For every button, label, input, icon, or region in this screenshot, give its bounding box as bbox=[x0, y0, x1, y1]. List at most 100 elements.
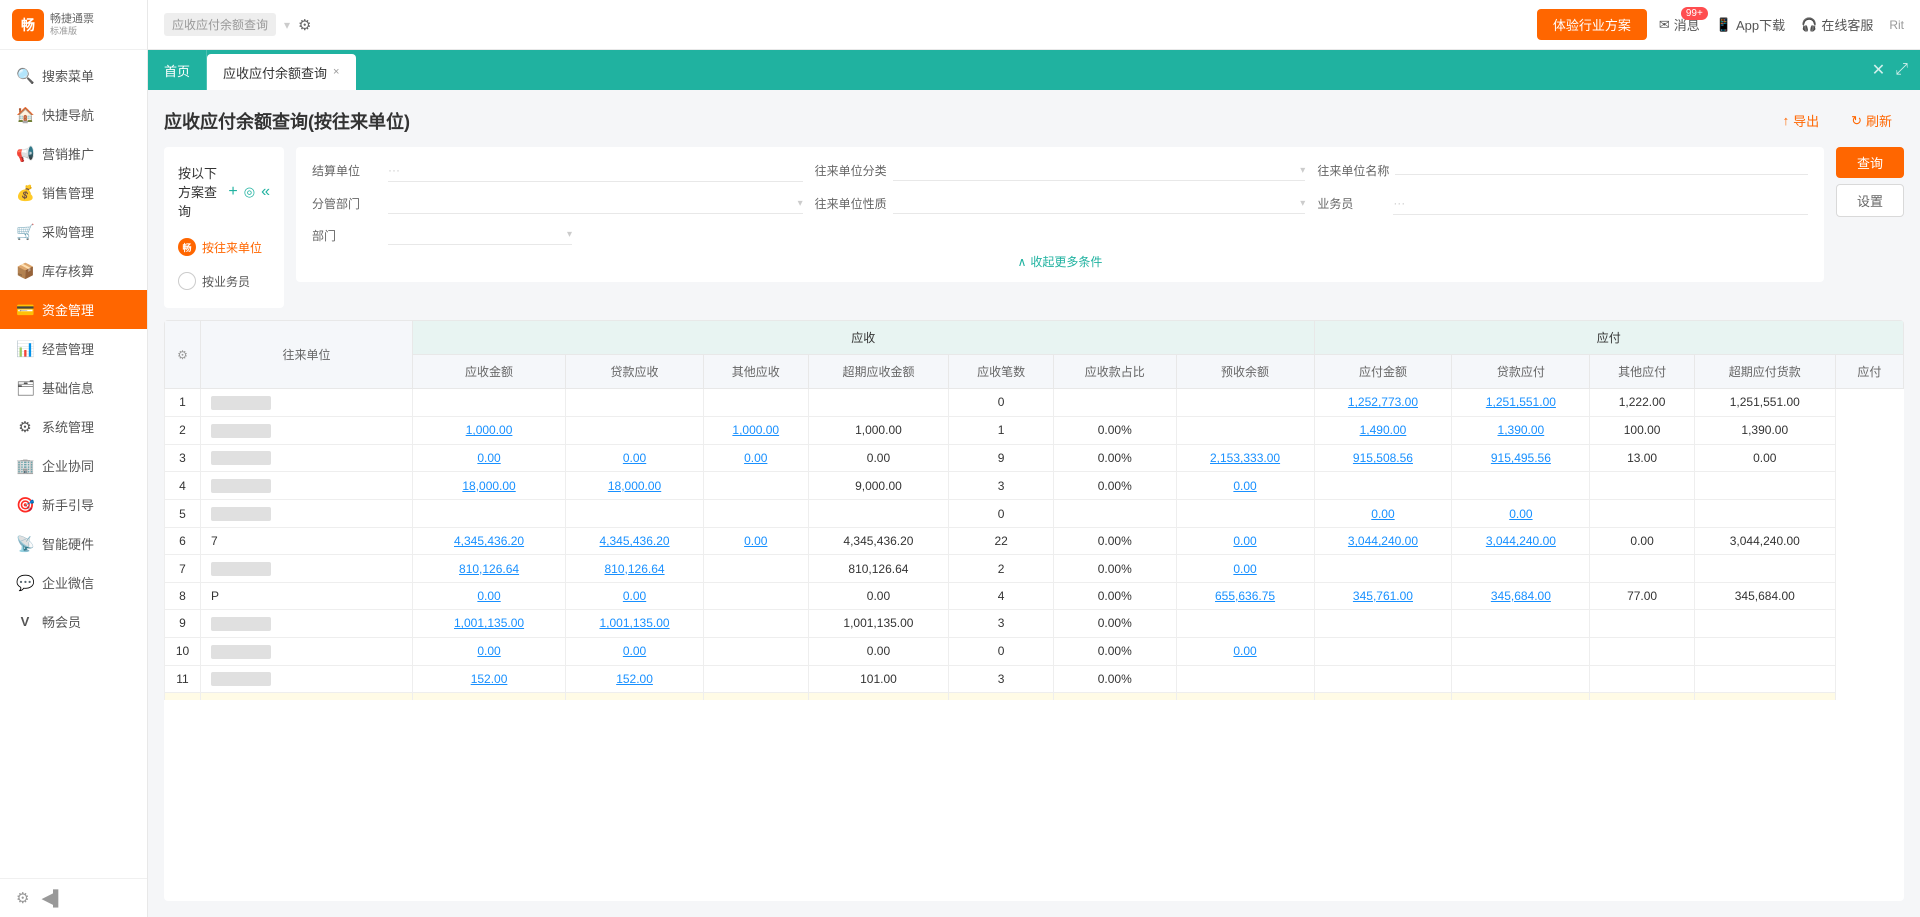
sidebar-item-operations[interactable]: 📊 经营管理 bbox=[0, 329, 147, 368]
sidebar-item-marketing[interactable]: 📢 营销推广 bbox=[0, 134, 147, 173]
refresh-button[interactable]: ↻ 刷新 bbox=[1839, 106, 1904, 135]
tab-home[interactable]: 首页 bbox=[148, 50, 207, 90]
receivable-group-header: 应收 bbox=[413, 321, 1314, 355]
filter-collapse-button[interactable]: ∧ 收起更多条件 bbox=[312, 245, 1808, 270]
col-loan-receivable: 贷款应收 bbox=[566, 355, 704, 389]
settlement-unit-input[interactable]: ··· bbox=[388, 159, 803, 182]
col-overdue-payable: 超期应付货款 bbox=[1694, 355, 1835, 389]
sidebar: 畅 畅捷通票 标准版 🔍 搜索菜单 🏠 快捷导航 📢 营销推广 💰 销售管理 bbox=[0, 0, 148, 917]
sidebar-item-member[interactable]: V 畅会员 bbox=[0, 602, 147, 641]
sidebar-item-capital[interactable]: 💳 资金管理 bbox=[0, 290, 147, 329]
tab-close-icon[interactable]: × bbox=[333, 66, 339, 78]
data-table: ⚙ 往来单位 应收 应付 应收金额 贷款应收 其他应收 超期应收金额 bbox=[164, 320, 1904, 700]
edit-filter-button[interactable]: ◎ bbox=[244, 184, 255, 200]
col-payable-extra: 应付 bbox=[1835, 355, 1903, 389]
table-row: 11 152.00 152.00 101.00 3 0.00% bbox=[165, 665, 1904, 693]
sidebar-item-hardware[interactable]: 📡 智能硬件 bbox=[0, 524, 147, 563]
user-profile[interactable]: Rit bbox=[1889, 18, 1904, 32]
window-expand-icon[interactable]: ⤢ bbox=[1895, 61, 1908, 79]
wechat-icon: 💬 bbox=[16, 574, 34, 592]
filter-settlement-unit: 结算单位 ··· bbox=[312, 159, 803, 182]
filter-nav: 按以下方案查询 + ◎ « 畅 按往来单位 按业务员 bbox=[164, 147, 284, 308]
online-service-button[interactable]: 🎧 在线客服 bbox=[1801, 15, 1873, 34]
sidebar-item-basic[interactable]: 🗂 基础信息 bbox=[0, 368, 147, 407]
export-icon: ↑ bbox=[1783, 113, 1790, 128]
sidebar-item-quick-nav[interactable]: 🏠 快捷导航 bbox=[0, 95, 147, 134]
salesperson-nav-icon bbox=[178, 272, 196, 290]
messages-button[interactable]: ✉ 消息 99+ bbox=[1659, 15, 1700, 34]
app-download-button[interactable]: 📱 App下载 bbox=[1716, 15, 1785, 34]
sidebar-item-system[interactable]: ⚙ 系统管理 bbox=[0, 407, 147, 446]
col-receivable-count: 应收笔数 bbox=[949, 355, 1054, 389]
sidebar-item-sales[interactable]: 💰 销售管理 bbox=[0, 173, 147, 212]
page-actions: ↑ 导出 ↻ 刷新 bbox=[1771, 106, 1904, 135]
breadcrumb-arrow[interactable]: ▾ bbox=[284, 18, 290, 32]
page-title: 应收应付余额查询(按往来单位) bbox=[164, 108, 410, 134]
filter-nav-by-salesperson[interactable]: 按业务员 bbox=[164, 264, 284, 298]
salesperson-input[interactable]: ··· bbox=[1393, 192, 1808, 215]
sidebar-item-enterprise[interactable]: 🏢 企业协同 bbox=[0, 446, 147, 485]
sidebar-nav: 🔍 搜索菜单 🏠 快捷导航 📢 营销推广 💰 销售管理 🛒 采购管理 📦 bbox=[0, 50, 147, 878]
message-icon: ✉ bbox=[1659, 17, 1670, 33]
more-filter-button[interactable]: « bbox=[261, 183, 270, 201]
sidebar-item-inventory[interactable]: 📦 库存核算 bbox=[0, 251, 147, 290]
tab-current[interactable]: 应收应付余额查询 × bbox=[207, 54, 356, 90]
member-icon: V bbox=[16, 614, 34, 629]
table-settings-icon[interactable]: ⚙ bbox=[177, 348, 188, 362]
sidebar-item-purchase[interactable]: 🛒 采购管理 bbox=[0, 212, 147, 251]
col-overdue-receivable: 超期应收金额 bbox=[808, 355, 949, 389]
page-content: 应收应付余额查询(按往来单位) ↑ 导出 ↻ 刷新 按 bbox=[148, 90, 1920, 917]
partner-name-input[interactable] bbox=[1395, 166, 1808, 175]
sidebar-item-guide[interactable]: 🎯 新手引导 bbox=[0, 485, 147, 524]
partner-col-header: 往来单位 bbox=[201, 321, 413, 389]
set-button[interactable]: 设置 bbox=[1836, 184, 1904, 217]
window-close-icon[interactable]: ✕ bbox=[1872, 60, 1885, 80]
partner-category-select[interactable]: ▾ bbox=[893, 161, 1306, 181]
enterprise-icon: 🏢 bbox=[16, 457, 34, 475]
table-row: 9 1,001,135.00 1,001,135.00 1,001,135.00… bbox=[165, 609, 1904, 637]
filter-row-1: 结算单位 ··· 往来单位分类 ▾ bbox=[312, 159, 1808, 182]
query-button[interactable]: 查询 bbox=[1836, 147, 1904, 178]
col-prepaid-balance: 预收余额 bbox=[1176, 355, 1314, 389]
guide-icon: 🎯 bbox=[16, 496, 34, 514]
filter-partner-name: 往来单位名称 bbox=[1317, 162, 1808, 179]
chevron-down-icon-4: ▾ bbox=[567, 229, 572, 240]
app-logo: 畅 畅捷通票 标准版 bbox=[0, 0, 147, 50]
filter-partner-category: 往来单位分类 ▾ bbox=[815, 161, 1306, 181]
basic-icon: 🗂 bbox=[16, 379, 34, 397]
topbar: 应收应付余额查询 ▾ ⚙ 体验行业方案 ✉ 消息 99+ 📱 App下载 🎧 在… bbox=[148, 0, 1920, 50]
settings-icon[interactable]: ⚙ bbox=[16, 889, 29, 907]
collapse-up-icon: ∧ bbox=[1018, 255, 1027, 269]
col-receivable-amount: 应收金额 bbox=[413, 355, 566, 389]
sidebar-item-search[interactable]: 🔍 搜索菜单 bbox=[0, 56, 147, 95]
col-other-payable: 其他应付 bbox=[1590, 355, 1695, 389]
tabbar: 首页 应收应付余额查询 × ✕ ⤢ bbox=[148, 50, 1920, 90]
partner-nav-icon: 畅 bbox=[178, 238, 196, 256]
col-other-receivable: 其他应收 bbox=[704, 355, 809, 389]
solution-button[interactable]: 体验行业方案 bbox=[1537, 9, 1647, 40]
table-row: 8 P 0.00 0.00 0.00 4 0.00% 655,636.75 34… bbox=[165, 582, 1904, 609]
filter-nav-by-partner[interactable]: 畅 按往来单位 bbox=[164, 230, 284, 264]
add-filter-button[interactable]: + bbox=[228, 183, 237, 201]
table-row: 10 0.00 0.00 0.00 0 0.00% 0.00 bbox=[165, 637, 1904, 665]
collapse-icon[interactable]: ◀▌ bbox=[41, 889, 63, 907]
logo-icon: 畅 bbox=[12, 9, 44, 41]
table-row: 4 18,000.00 18,000.00 9,000.00 3 0.00% 0… bbox=[165, 472, 1904, 500]
department-select[interactable]: ▾ bbox=[388, 225, 572, 245]
home-icon: 🏠 bbox=[16, 106, 34, 124]
filter-managing-dept: 分管部门 ▾ bbox=[312, 194, 803, 214]
filter-row-2: 分管部门 ▾ 往来单位性质 ▾ bbox=[312, 192, 1808, 215]
export-button[interactable]: ↑ 导出 bbox=[1771, 106, 1832, 135]
chevron-down-icon-2: ▾ bbox=[798, 198, 803, 209]
managing-dept-select[interactable]: ▾ bbox=[388, 194, 803, 214]
operations-icon: 📊 bbox=[16, 340, 34, 358]
sidebar-item-wechat[interactable]: 💬 企业微信 bbox=[0, 563, 147, 602]
table-row: 3 0.00 0.00 0.00 0.00 9 0.00% 2,153,333.… bbox=[165, 444, 1904, 472]
partner-nature-select[interactable]: ▾ bbox=[893, 194, 1306, 214]
table-settings-header[interactable]: ⚙ bbox=[165, 321, 201, 389]
settings-gear-icon[interactable]: ⚙ bbox=[298, 16, 311, 34]
topbar-right: ✉ 消息 99+ 📱 App下载 🎧 在线客服 Rit bbox=[1659, 15, 1904, 34]
breadcrumb-text: 应收应付余额查询 bbox=[164, 13, 276, 36]
purchase-icon: 🛒 bbox=[16, 223, 34, 241]
col-receivable-ratio: 应收款占比 bbox=[1053, 355, 1176, 389]
